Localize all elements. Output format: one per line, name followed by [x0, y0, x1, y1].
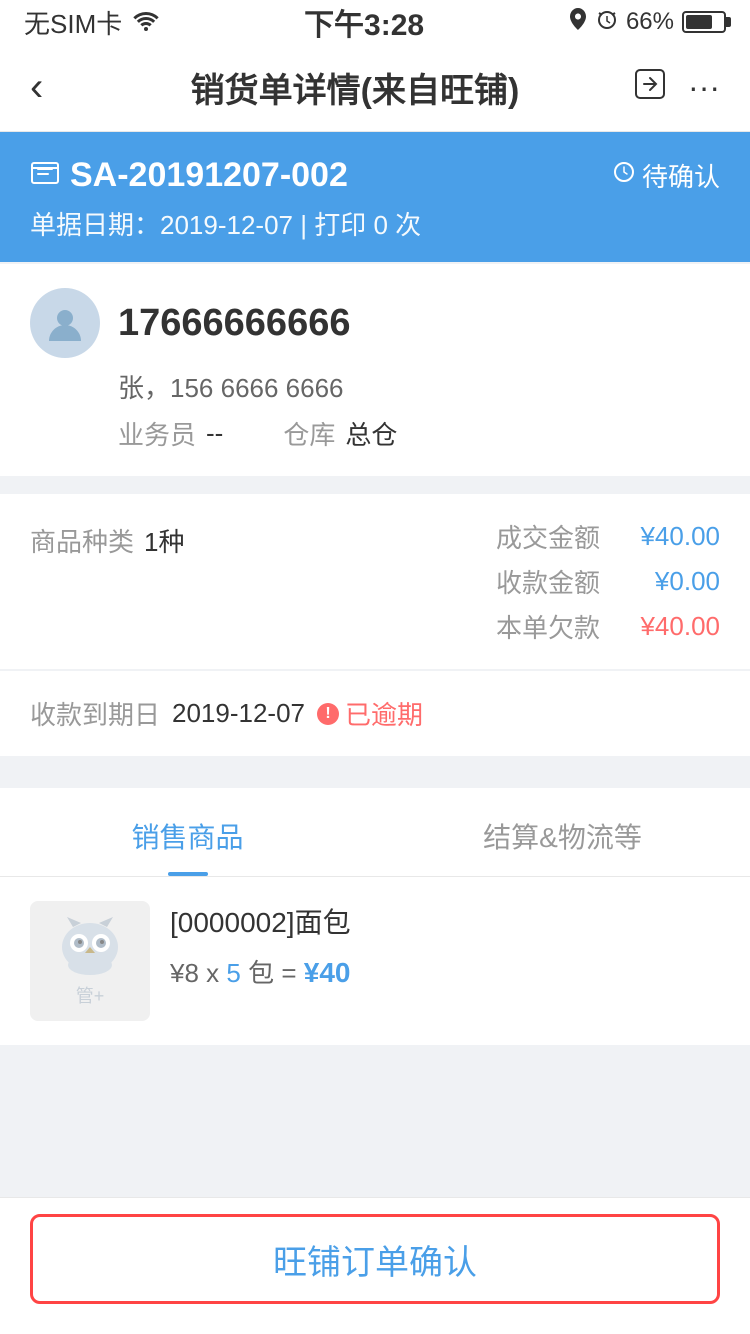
product-quantity: 5 — [226, 958, 240, 988]
product-logo: 管+ — [30, 901, 150, 1021]
sales-meta: 业务员 -- — [118, 415, 223, 452]
transaction-value: ¥40.00 — [620, 521, 720, 552]
product-price-row: ¥8 x 5 包 = ¥40 — [170, 953, 720, 990]
overdue-text: 已逾期 — [345, 695, 423, 732]
warehouse-label: 仓库 — [283, 415, 335, 452]
divider-2 — [0, 772, 750, 788]
warehouse-meta: 仓库 总仓 — [283, 415, 397, 452]
wifi-icon — [132, 7, 160, 38]
sales-label: 业务员 — [118, 415, 196, 452]
order-header-card: SA-20191207-002 待确认 单据日期：2019-12-07 | 打印… — [0, 132, 750, 262]
clock-icon — [612, 160, 636, 191]
customer-meta: 业务员 -- 仓库 总仓 — [118, 415, 720, 452]
overdue-badge: ! 已逾期 — [317, 695, 423, 732]
order-status: 待确认 — [612, 157, 720, 194]
received-label: 收款金额 — [496, 563, 600, 600]
share-icon[interactable] — [632, 66, 668, 110]
back-button[interactable]: ‹ — [30, 65, 90, 110]
status-bar: 无SIM卡 下午3:28 66% — [0, 0, 750, 44]
product-unit: 包 — [248, 958, 274, 988]
nav-bar: ‹ 销货单详情(来自旺铺) ··· — [0, 44, 750, 132]
tab-settlement[interactable]: 结算&物流等 — [375, 788, 750, 876]
order-header-top: SA-20191207-002 待确认 — [30, 156, 720, 195]
tab-sales-products[interactable]: 销售商品 — [0, 788, 375, 876]
amounts-right: 成交金额 ¥40.00 收款金额 ¥0.00 本单欠款 ¥40.00 — [496, 518, 720, 645]
overdue-icon: ! — [317, 703, 339, 725]
product-info: [0000002]面包 ¥8 x 5 包 = ¥40 — [170, 901, 720, 990]
owed-amount: 本单欠款 ¥40.00 — [496, 608, 720, 645]
status-text: 待确认 — [642, 157, 720, 194]
divider-1 — [0, 478, 750, 494]
product-price: ¥8 — [170, 958, 199, 988]
transaction-label: 成交金额 — [496, 518, 600, 555]
amounts-row: 商品种类 1种 成交金额 ¥40.00 收款金额 ¥0.00 本单欠款 ¥40.… — [30, 518, 720, 645]
product-kinds: 商品种类 1种 — [30, 518, 184, 559]
customer-name: 张，156 6666 6666 — [118, 368, 720, 405]
amounts-section: 商品种类 1种 成交金额 ¥40.00 收款金额 ¥0.00 本单欠款 ¥40.… — [0, 494, 750, 669]
status-bar-right: 66% — [568, 8, 726, 37]
page-title: 销货单详情(来自旺铺) — [90, 63, 620, 112]
owl-icon — [55, 915, 125, 986]
product-name: [0000002]面包 — [170, 901, 720, 941]
sales-value: -- — [206, 418, 223, 449]
order-date: 2019-12-07 — [160, 210, 293, 240]
due-label: 收款到期日 — [30, 695, 160, 732]
tabs-section: 销售商品 结算&物流等 — [0, 788, 750, 877]
status-bar-time: 下午3:28 — [304, 0, 424, 44]
owed-label: 本单欠款 — [496, 608, 600, 645]
due-date-section: 收款到期日 2019-12-07 ! 已逾期 — [0, 671, 750, 756]
bottom-spacer — [0, 1061, 750, 1181]
order-id-row: SA-20191207-002 — [30, 156, 348, 195]
customer-phone: 17666666666 — [118, 302, 350, 345]
customer-section: 17666666666 张，156 6666 6666 业务员 -- 仓库 总仓 — [0, 264, 750, 476]
order-icon — [30, 157, 60, 195]
product-thumbnail: 管+ — [30, 901, 150, 1021]
product-kinds-value: 1种 — [144, 522, 184, 559]
status-bar-left: 无SIM卡 — [24, 4, 160, 41]
transaction-amount: 成交金额 ¥40.00 — [496, 518, 720, 555]
order-date-row: 单据日期：2019-12-07 | 打印 0 次 — [30, 205, 720, 242]
battery-icon — [682, 11, 726, 33]
due-date-value: 2019-12-07 — [172, 698, 305, 729]
battery-percentage: 66% — [626, 8, 674, 36]
product-total: ¥40 — [304, 957, 351, 988]
owed-value: ¥40.00 — [620, 611, 720, 642]
tab-settlement-label: 结算&物流等 — [483, 822, 642, 853]
customer-row: 17666666666 — [30, 288, 720, 358]
received-value: ¥0.00 — [620, 566, 720, 597]
warehouse-value: 总仓 — [345, 415, 397, 452]
multiply-sign: x — [206, 958, 226, 988]
equals-sign: = — [281, 958, 303, 988]
product-kinds-label: 商品种类 — [30, 522, 134, 559]
received-amount: 收款金额 ¥0.00 — [496, 563, 720, 600]
more-options-icon[interactable]: ··· — [688, 69, 720, 106]
location-icon — [568, 8, 588, 37]
nav-actions: ··· — [620, 66, 720, 110]
logo-plus: 管+ — [76, 982, 105, 1008]
date-label: 单据日期： — [30, 210, 160, 240]
product-section: 管+ [0000002]面包 ¥8 x 5 包 = ¥40 — [0, 877, 750, 1045]
order-id: SA-20191207-002 — [70, 156, 348, 195]
confirm-order-button[interactable]: 旺铺订单确认 — [30, 1214, 720, 1304]
bottom-bar: 旺铺订单确认 — [0, 1197, 750, 1334]
customer-avatar — [30, 288, 100, 358]
tab-sales-label: 销售商品 — [131, 822, 243, 853]
alarm-icon — [596, 8, 618, 37]
carrier-text: 无SIM卡 — [24, 4, 122, 41]
print-info: | 打印 0 次 — [293, 210, 421, 240]
